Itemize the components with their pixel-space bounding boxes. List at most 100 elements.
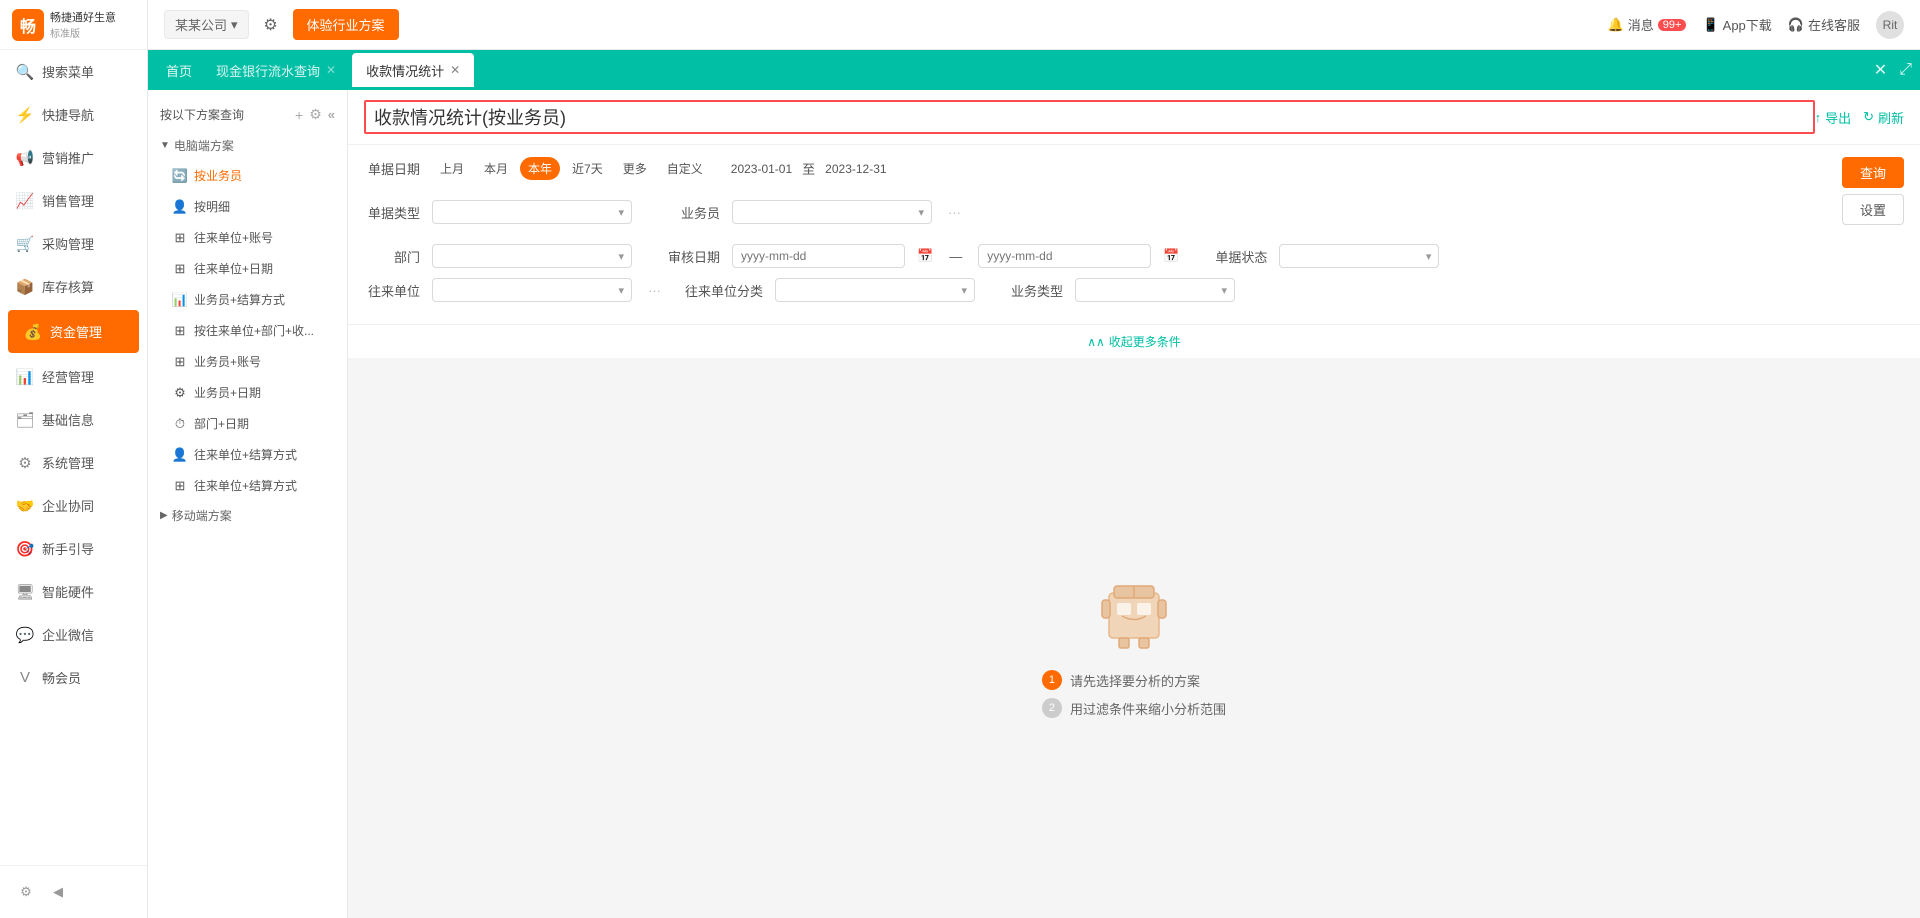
sidebar-item-capital[interactable]: 💰资金管理 (8, 310, 139, 353)
filter-row-partner: 往来单位 ··· 往来单位分类 业务类型 (364, 278, 1904, 302)
content-area: 收款情况统计(按业务员) ↑ 导出 ↻ 刷新 (348, 90, 1920, 918)
tree-item-partner-date[interactable]: ⊞往来单位+日期 (148, 253, 347, 284)
tree-item-partner-settle1[interactable]: 👤往来单位+结算方式 (148, 439, 347, 470)
date-picker-to-icon[interactable]: 📅 (1163, 248, 1179, 264)
tree-item-partner-dept-receipt[interactable]: ⊞ 按往来单位+部门+收... (148, 315, 347, 346)
doctype-select[interactable] (432, 200, 632, 224)
sidebar-item-base-info[interactable]: 🗂基础信息 (0, 398, 147, 441)
tree-item-partner-settle2[interactable]: ⊞往来单位+结算方式 (148, 470, 347, 501)
review-date-from-input[interactable] (732, 244, 905, 268)
sidebar-item-purchase[interactable]: 🛒采购管理 (0, 222, 147, 265)
gear-scheme-icon[interactable]: ⚙ (309, 106, 322, 123)
tab-maximize-icon[interactable]: ⤢ (1899, 61, 1912, 79)
refresh-icon: ↻ (1863, 109, 1874, 125)
dept-select[interactable] (432, 244, 632, 268)
tab-home[interactable]: 首页 (156, 61, 202, 80)
tree-item-by-salesperson[interactable]: 🔄按业务员 (148, 160, 347, 191)
sidebar-item-member[interactable]: V畅会员 (0, 656, 147, 699)
collapse-sidebar-icon[interactable]: ◀ (44, 878, 72, 906)
sidebar-item-inventory[interactable]: 📦库存核算 (0, 265, 147, 308)
date-tab-this-year[interactable]: 本年 (520, 157, 560, 180)
partner-more-icon[interactable]: ··· (644, 283, 665, 298)
review-date-to-input[interactable] (978, 244, 1151, 268)
sidebar-item-marketing[interactable]: 📢营销推广 (0, 136, 147, 179)
avatar[interactable]: Rit (1876, 11, 1904, 39)
filter-row-doctype: 单据类型 业务员 ··· (364, 200, 1826, 224)
partner-category-select-wrapper (775, 278, 975, 302)
sidebar-item-wechat[interactable]: 💬企业微信 (0, 613, 147, 656)
date-tab-last-month[interactable]: 上月 (432, 157, 472, 180)
online-service-btn[interactable]: 🎧 在线客服 (1788, 15, 1860, 34)
refresh-label: 刷新 (1878, 108, 1904, 127)
date-tab-custom[interactable]: 自定义 (659, 157, 711, 180)
salesperson-settle-tree-icon: 📊 (172, 292, 188, 308)
tree-item-by-detail[interactable]: 👤 按明细 (148, 191, 347, 222)
tree-item-salesperson-account[interactable]: ⊞业务员+账号 (148, 346, 347, 377)
sidebar-item-quick-nav[interactable]: ⚡快捷导航 (0, 93, 147, 136)
sidebar-label-system: 系统管理 (42, 453, 94, 472)
section-desktop: ▼电脑端方案🔄按业务员 👤 按明细 ⊞往来单位+账号⊞往来单位+日期📊业务员+结算方式… (148, 131, 347, 501)
top-header-left: 某某公司 ▾ ⚙ 体验行业方案 (164, 9, 399, 40)
tree-item-partner-account[interactable]: ⊞往来单位+账号 (148, 222, 347, 253)
salesperson-select[interactable] (732, 200, 932, 224)
sidebar-item-search[interactable]: 🔍搜索菜单 (0, 50, 147, 93)
partner-category-select[interactable] (775, 278, 975, 302)
collapse-label: 收起更多条件 (1109, 333, 1181, 350)
panel-header-text: 按以下方案查询 (160, 106, 295, 123)
page-header-actions: ↑ 导出 ↻ 刷新 (1815, 108, 1904, 127)
date-picker-from-icon[interactable]: 📅 (917, 248, 933, 264)
empty-illustration (1084, 558, 1184, 658)
tree-item-salesperson-date[interactable]: ⚙业务员+日期 (148, 377, 347, 408)
salesperson-more-icon[interactable]: ··· (944, 205, 965, 220)
sidebar-item-smart-hw[interactable]: 🖥智能硬件 (0, 570, 147, 613)
partner-dept-receipt-label: 按往来单位+部门+收... (194, 322, 314, 339)
by-detail-label: 按明细 (194, 198, 230, 215)
tab-bank-flow-label: 现金银行流水查询 (216, 61, 320, 80)
set-button[interactable]: 设置 (1842, 194, 1904, 225)
section-title-mobile[interactable]: ▶移动端方案 (148, 501, 347, 530)
tab-receipt-stats-close[interactable]: ✕ (450, 63, 460, 77)
sidebar-item-newbie[interactable]: 🎯新手引导 (0, 527, 147, 570)
notification-btn[interactable]: 🔔 消息 99+ (1608, 15, 1687, 34)
collapse-panel-icon[interactable]: « (328, 107, 335, 122)
sidebar-item-system[interactable]: ⚙系统管理 (0, 441, 147, 484)
doc-status-select[interactable] (1279, 244, 1439, 268)
page-header-bar: 收款情况统计(按业务员) ↑ 导出 ↻ 刷新 (348, 90, 1920, 145)
export-button[interactable]: ↑ 导出 (1815, 108, 1852, 127)
sidebar-item-operation[interactable]: 📊经营管理 (0, 355, 147, 398)
step-1-text: 请先选择要分析的方案 (1070, 671, 1200, 690)
tree-item-dept-date[interactable]: ⏱部门+日期 (148, 408, 347, 439)
date-tab-this-month[interactable]: 本月 (476, 157, 516, 180)
settings-bottom-icon[interactable]: ⚙ (12, 878, 40, 906)
date-separator: 至 (798, 159, 819, 178)
settings-icon[interactable]: ⚙ (257, 11, 285, 39)
sidebar-label-smart-hw: 智能硬件 (42, 582, 94, 601)
collapse-bar[interactable]: ∧∧ 收起更多条件 (348, 324, 1920, 358)
refresh-button[interactable]: ↻ 刷新 (1863, 108, 1904, 127)
by-detail-tree-icon: 👤 (172, 199, 188, 215)
filter-area: 单据日期 上月 本月 本年 近7天 更多 自定义 2023-01-01 (348, 145, 1920, 324)
sidebar: 畅 畅捷通好生意 标准版 🔍搜索菜单⚡快捷导航📢营销推广📈销售管理🛒采购管理📦库… (0, 0, 148, 918)
date-tab-more[interactable]: 更多 (615, 157, 655, 180)
partner-dept-receipt-tree-icon: ⊞ (172, 323, 188, 339)
tab-bank-flow-close[interactable]: ✕ (326, 63, 336, 77)
sidebar-item-sales[interactable]: 📈销售管理 (0, 179, 147, 222)
partner-settle2-tree-icon: ⊞ (172, 478, 188, 494)
biz-type-select[interactable] (1075, 278, 1235, 302)
app-download-btn[interactable]: 📱 App下载 (1702, 15, 1771, 34)
sidebar-item-enterprise[interactable]: 🤝企业协同 (0, 484, 147, 527)
query-button[interactable]: 查询 (1842, 157, 1904, 188)
breadcrumb-company[interactable]: 某某公司 ▾ (164, 10, 249, 39)
empty-steps: 1 请先选择要分析的方案 2 用过滤条件来缩小分析范围 (1042, 670, 1226, 718)
tree-item-salesperson-settle[interactable]: 📊业务员+结算方式 (148, 284, 347, 315)
tab-bank-flow[interactable]: 现金银行流水查询 ✕ (202, 53, 350, 87)
partner-select[interactable] (432, 278, 632, 302)
partner-settle1-tree-icon: 👤 (172, 447, 188, 463)
date-tab-7days[interactable]: 近7天 (564, 157, 611, 180)
panel-header-icons: + ⚙ « (295, 106, 335, 123)
add-scheme-icon[interactable]: + (295, 107, 303, 123)
tab-receipt-stats[interactable]: 收款情况统计 ✕ (352, 53, 474, 87)
trial-button[interactable]: 体验行业方案 (293, 9, 399, 40)
section-title-desktop[interactable]: ▼电脑端方案 (148, 131, 347, 160)
tab-close-window-icon[interactable]: ✕ (1874, 60, 1887, 80)
